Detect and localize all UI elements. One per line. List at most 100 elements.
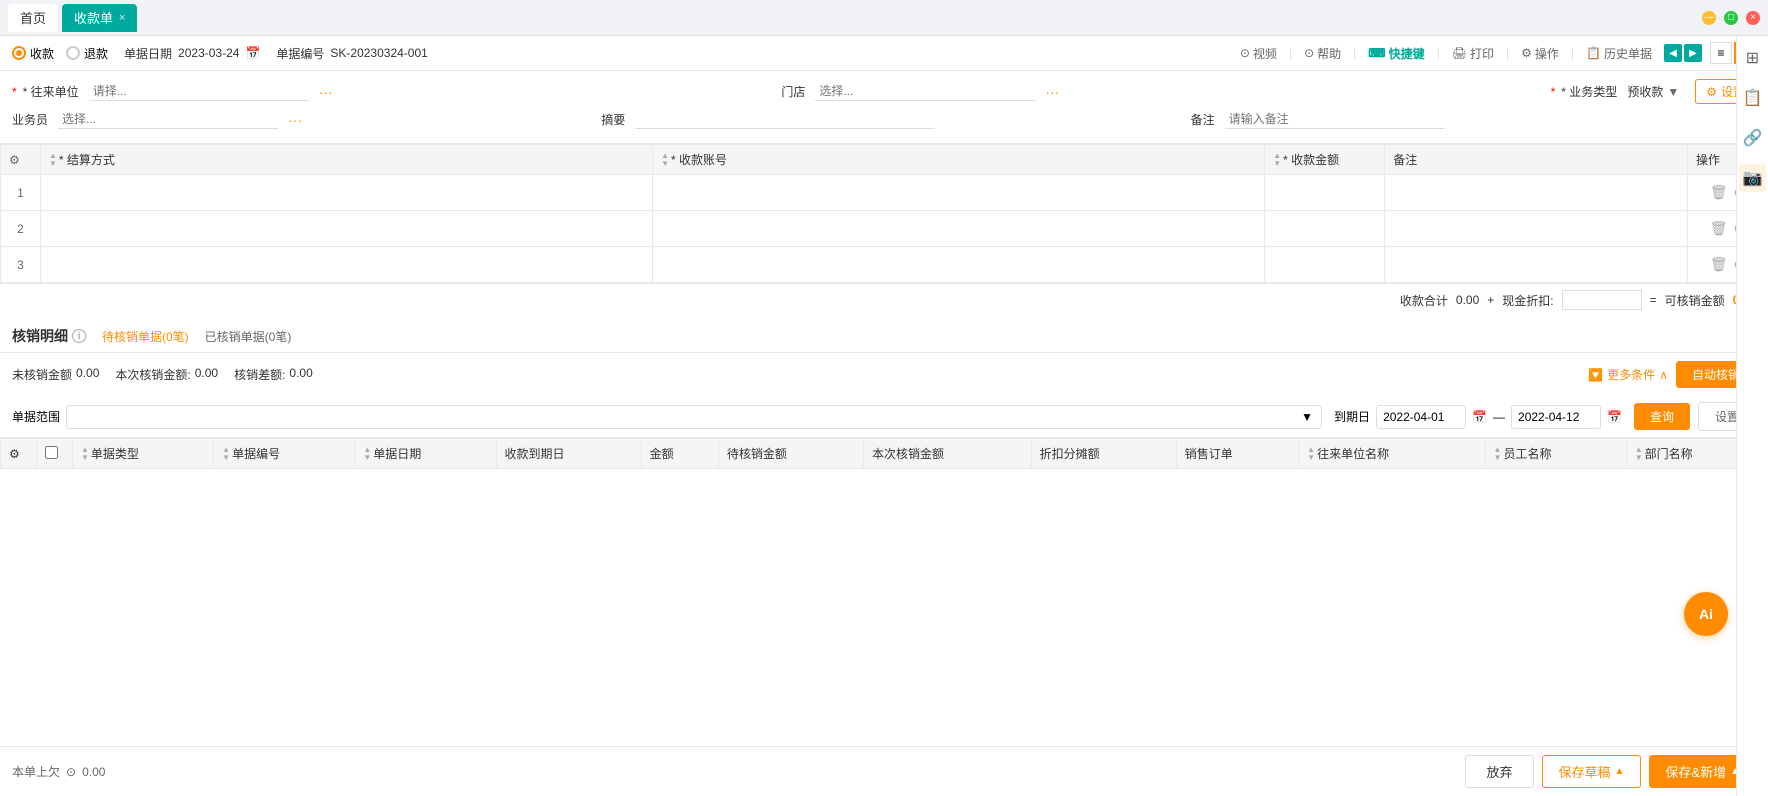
bt-date-label: 单据日期 [373, 445, 421, 462]
save-draft-arrow: ▲ [1615, 766, 1625, 777]
sidebar-table-icon[interactable]: ⊞ [1742, 44, 1763, 72]
row-3-delete-icon[interactable]: 🗑 [1710, 256, 1728, 273]
summary-input[interactable] [635, 110, 935, 129]
range-select-arrow: ▼ [1301, 410, 1313, 424]
diff-label: 核销差额: [234, 366, 285, 383]
due-start-cal-icon[interactable]: 📅 [1472, 410, 1487, 424]
history-btn-label: 历史单据 [1604, 45, 1652, 62]
play-icon: ⊙ [1240, 46, 1250, 60]
verify-title-text: 核销明细 [12, 326, 68, 346]
more-filter-label: 更多条件 [1607, 366, 1655, 383]
print-btn[interactable]: 🖨 打印 [1448, 43, 1498, 64]
row-3-account[interactable] [653, 247, 1265, 283]
bottom-btns: 放弃 保存草稿 ▲ 保存&新增 ▲ [1465, 755, 1756, 788]
abandon-btn[interactable]: 放弃 [1465, 755, 1533, 788]
window-maximize[interactable]: □ [1724, 11, 1738, 25]
salesperson-input[interactable] [58, 110, 278, 129]
sidebar-link-icon[interactable]: 🔗 [1739, 124, 1767, 152]
last-order-icon[interactable]: ⊙ [66, 765, 76, 779]
counterpart-more[interactable]: ··· [315, 84, 337, 100]
bt-col-gear: ⚙ [1, 439, 37, 469]
counterpart-input[interactable] [89, 82, 309, 101]
due-end-cal-icon[interactable]: 📅 [1607, 410, 1622, 424]
tab-receipt-close[interactable]: × [119, 12, 125, 24]
bt-col-order: 销售订单 [1176, 439, 1298, 469]
due-label: 到期日 [1334, 408, 1370, 425]
bt-duedate-label: 收款到期日 [505, 447, 565, 461]
col-settle-label: * 结算方式 [59, 151, 115, 168]
row-1-note[interactable] [1385, 175, 1688, 211]
toolbar-right: ⊙ 视频 | ⊙ 帮助 | ⌨ 快捷键 | 🖨 打印 | ⚙ 操作 [1236, 42, 1756, 64]
bt-type-label: 单据类型 [91, 445, 139, 462]
due-end-input[interactable] [1511, 405, 1601, 429]
query-btn[interactable]: 查询 [1634, 403, 1690, 430]
gear-icon: ⚙ [1706, 85, 1717, 99]
video-btn[interactable]: ⊙ 视频 [1236, 43, 1281, 64]
stat-unchecked: 未核销金额 0.00 [12, 366, 99, 383]
date-field: 单据日期 2023-03-24 📅 [124, 45, 260, 62]
sidebar-screenshot-icon[interactable]: 📷 [1739, 164, 1767, 192]
bt-gear-icon[interactable]: ⚙ [9, 447, 20, 461]
radio-refund[interactable]: 退款 [66, 45, 108, 62]
nav-prev[interactable]: ◀ [1664, 44, 1682, 62]
row-2-amount[interactable] [1265, 211, 1385, 247]
window-close[interactable]: × [1746, 11, 1760, 25]
action-btn[interactable]: ⚙ 操作 [1517, 43, 1563, 64]
save-draft-btn[interactable]: 保存草稿 ▲ [1542, 755, 1642, 788]
main-container: 收款 退款 单据日期 2023-03-24 📅 单据编号 SK-20230324… [0, 36, 1768, 796]
history-icon: 📋 [1586, 46, 1601, 60]
radio-receipt[interactable]: 收款 [12, 45, 54, 62]
row-1-delete-icon[interactable]: 🗑 [1710, 184, 1728, 201]
bt-col-duedate: 收款到期日 [496, 439, 641, 469]
row-1-settle[interactable] [41, 175, 653, 211]
number-value: SK-20230324-001 [330, 46, 427, 60]
row-3-amount[interactable] [1265, 247, 1385, 283]
row-1-amount[interactable] [1265, 175, 1385, 211]
window-minimize[interactable]: — [1702, 11, 1716, 25]
window-controls: — □ × [1702, 11, 1760, 25]
ai-button[interactable]: Ai [1684, 592, 1728, 636]
tab-done[interactable]: 已核销单据(0笔) [205, 328, 292, 345]
nav-next[interactable]: ▶ [1684, 44, 1702, 62]
view-list[interactable]: ≡ [1710, 42, 1732, 64]
bt-check-all[interactable] [45, 446, 58, 459]
store-input[interactable] [815, 82, 1035, 101]
current-label: 本次核销金额: [115, 366, 190, 383]
tab-pending[interactable]: 待核销单据(0笔) [102, 328, 189, 345]
row-3-settle[interactable] [41, 247, 653, 283]
sidebar-note-icon[interactable]: 📋 [1739, 84, 1767, 112]
due-start-input[interactable] [1376, 405, 1466, 429]
row-2-note[interactable] [1385, 211, 1688, 247]
shortcut-btn[interactable]: ⌨ 快捷键 [1364, 43, 1428, 64]
tab-receipt[interactable]: 收款单 × [62, 4, 137, 32]
date-calendar-icon[interactable]: 📅 [245, 46, 260, 60]
tab-home[interactable]: 首页 [8, 4, 58, 32]
row-3-note[interactable] [1385, 247, 1688, 283]
equal-sign: = [1650, 293, 1657, 307]
row-1-account[interactable] [653, 175, 1265, 211]
range-select[interactable]: ▼ [66, 405, 1322, 429]
stat-diff: 核销差额: 0.00 [234, 366, 313, 383]
diff-value: 0.00 [289, 366, 312, 383]
bt-employee-label: 员工名称 [1503, 445, 1551, 462]
row-2-delete-icon[interactable]: 🗑 [1710, 220, 1728, 237]
row-2-account[interactable] [653, 211, 1265, 247]
abandon-label: 放弃 [1486, 765, 1512, 780]
history-btn[interactable]: 📋 历史单据 [1582, 43, 1656, 64]
table-settings-icon[interactable]: ⚙ [9, 153, 20, 167]
note-input[interactable] [1225, 110, 1445, 129]
biz-type-select[interactable]: 预收款 ▼ [1627, 83, 1679, 100]
row-2-settle[interactable] [41, 211, 653, 247]
more-filter-btn[interactable]: 🔽 更多条件 ∧ [1588, 366, 1668, 383]
col-settle-header: ▲▼ * 结算方式 [41, 145, 653, 175]
form-area: * * 往来单位 ··· 门店 ··· * * 业务类型 预收款 ▼ [0, 71, 1768, 144]
table-area: ⚙ ▲▼ * 结算方式 ▲▼ * 收款账号 [0, 144, 1768, 283]
help-btn[interactable]: ⊙ 帮助 [1300, 43, 1345, 64]
date-value: 2023-03-24 [178, 46, 239, 60]
salesperson-more[interactable]: ··· [284, 112, 306, 128]
date-label: 单据日期 [124, 45, 172, 62]
discount-input[interactable] [1562, 290, 1642, 310]
verify-info-icon[interactable]: i [72, 329, 86, 343]
bottom-table-wrap[interactable]: ⚙ ▲▼ 单据类型 ▲▼ [0, 438, 1768, 746]
store-more[interactable]: ··· [1041, 84, 1063, 100]
